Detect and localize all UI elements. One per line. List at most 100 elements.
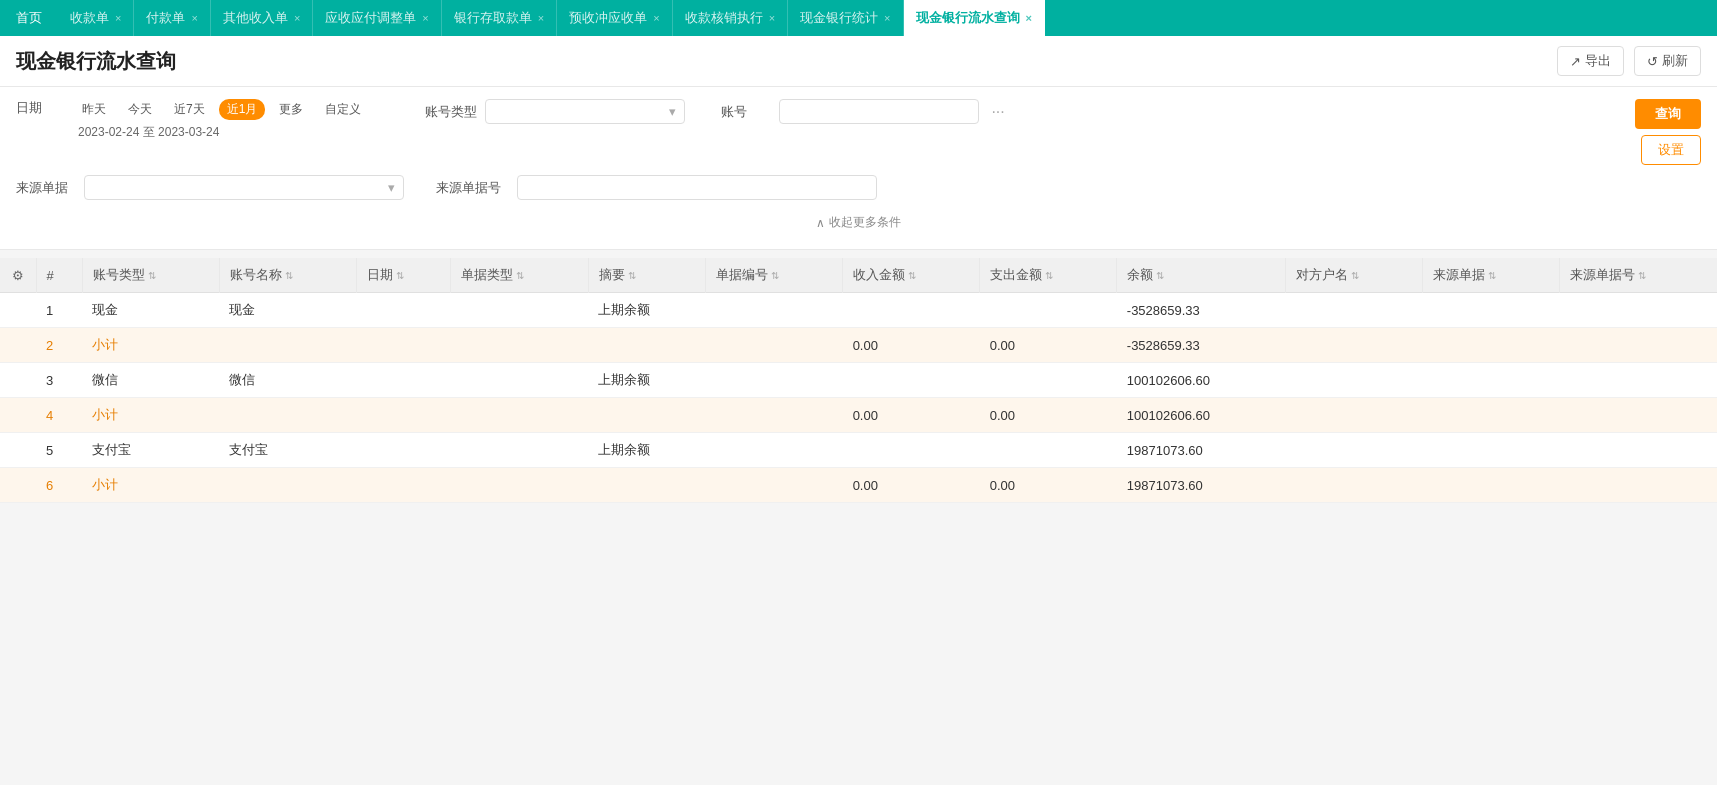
table-row: 5支付宝支付宝上期余额19871073.60 xyxy=(0,433,1717,468)
nav-tab-stats[interactable]: 现金银行统计 × xyxy=(788,0,903,36)
chevron-down-icon: ▾ xyxy=(388,180,395,195)
cell-counterpart xyxy=(1285,398,1422,433)
refresh-button[interactable]: ↺ 刷新 xyxy=(1634,46,1701,76)
close-icon[interactable]: × xyxy=(538,12,544,24)
cell-balance: -3528659.33 xyxy=(1117,328,1285,363)
cell-source-doc-no xyxy=(1559,363,1717,398)
shortcut-more[interactable]: 更多 xyxy=(271,99,311,120)
cell-expense: 0.00 xyxy=(980,398,1117,433)
col-account-name[interactable]: 账号名称⇅ xyxy=(219,258,356,293)
cell-index: 1 xyxy=(36,293,82,328)
cell-counterpart xyxy=(1285,363,1422,398)
cell-gear xyxy=(0,468,36,503)
cell-expense xyxy=(980,433,1117,468)
cell-account-name: 现金 xyxy=(219,293,356,328)
cell-balance: -3528659.33 xyxy=(1117,293,1285,328)
cell-source-doc-no xyxy=(1559,328,1717,363)
nav-tab-verify[interactable]: 收款核销执行 × xyxy=(673,0,788,36)
col-date[interactable]: 日期⇅ xyxy=(356,258,451,293)
cell-date xyxy=(356,433,451,468)
date-range: 2023-02-24 至 2023-03-24 xyxy=(78,124,369,141)
close-icon[interactable]: × xyxy=(191,12,197,24)
close-icon[interactable]: × xyxy=(294,12,300,24)
col-doc-type[interactable]: 单据类型⇅ xyxy=(451,258,588,293)
col-expense[interactable]: 支出金额⇅ xyxy=(980,258,1117,293)
col-source-doc[interactable]: 来源单据⇅ xyxy=(1422,258,1559,293)
shortcut-custom[interactable]: 自定义 xyxy=(317,99,369,120)
query-button[interactable]: 查询 xyxy=(1635,99,1701,129)
cell-account-type: 小计 xyxy=(82,468,219,503)
cell-expense: 0.00 xyxy=(980,328,1117,363)
close-icon[interactable]: × xyxy=(653,12,659,24)
col-account-type[interactable]: 账号类型⇅ xyxy=(82,258,219,293)
source-doc-no-label: 来源单据号 xyxy=(436,179,501,197)
table-row: 3微信微信上期余额100102606.60 xyxy=(0,363,1717,398)
nav-tab-presale[interactable]: 预收冲应收单 × xyxy=(557,0,672,36)
cell-source-doc xyxy=(1422,363,1559,398)
cell-doc-no xyxy=(706,363,843,398)
col-doc-no[interactable]: 单据编号⇅ xyxy=(706,258,843,293)
cell-income xyxy=(843,433,980,468)
nav-tab-bank[interactable]: 银行存取款单 × xyxy=(442,0,557,36)
cell-balance: 100102606.60 xyxy=(1117,363,1285,398)
cell-account-type: 微信 xyxy=(82,363,219,398)
col-counterpart[interactable]: 对方户名⇅ xyxy=(1285,258,1422,293)
export-icon: ↗ xyxy=(1570,54,1581,69)
nav-tab-other-income[interactable]: 其他收入单 × xyxy=(211,0,313,36)
cell-doc-type xyxy=(451,328,588,363)
cell-doc-type xyxy=(451,398,588,433)
cell-expense: 0.00 xyxy=(980,468,1117,503)
export-button[interactable]: ↗ 导出 xyxy=(1557,46,1624,76)
nav-home[interactable]: 首页 xyxy=(0,0,58,36)
account-type-select[interactable]: ▾ xyxy=(485,99,685,124)
top-nav: 首页 收款单 × 付款单 × 其他收入单 × 应收应付调整单 × 银行存取款单 … xyxy=(0,0,1717,36)
col-index: # xyxy=(36,258,82,293)
close-icon[interactable]: × xyxy=(422,12,428,24)
nav-tab-adjustment[interactable]: 应收应付调整单 × xyxy=(313,0,441,36)
cell-account-type: 小计 xyxy=(82,398,219,433)
cell-index: 4 xyxy=(36,398,82,433)
sort-icon: ⇅ xyxy=(285,270,293,281)
collapse-bar[interactable]: ∧ 收起更多条件 xyxy=(16,208,1701,237)
col-source-doc-no[interactable]: 来源单据号⇅ xyxy=(1559,258,1717,293)
sort-icon: ⇅ xyxy=(148,270,156,281)
close-icon[interactable]: × xyxy=(884,12,890,24)
col-income[interactable]: 收入金额⇅ xyxy=(843,258,980,293)
col-balance[interactable]: 余额⇅ xyxy=(1117,258,1285,293)
collapse-icon: ∧ xyxy=(816,216,825,230)
cell-account-type: 小计 xyxy=(82,328,219,363)
account-input[interactable] xyxy=(779,99,979,124)
shortcut-today[interactable]: 今天 xyxy=(120,99,160,120)
cell-counterpart xyxy=(1285,328,1422,363)
cell-summary xyxy=(588,328,706,363)
shortcut-7days[interactable]: 近7天 xyxy=(166,99,213,120)
setting-button[interactable]: 设置 xyxy=(1641,135,1701,165)
shortcut-1month[interactable]: 近1月 xyxy=(219,99,266,120)
account-label: 账号 xyxy=(721,103,771,121)
close-icon[interactable]: × xyxy=(769,12,775,24)
col-summary[interactable]: 摘要⇅ xyxy=(588,258,706,293)
cell-doc-type xyxy=(451,433,588,468)
close-icon[interactable]: × xyxy=(115,12,121,24)
cell-balance: 19871073.60 xyxy=(1117,468,1285,503)
cell-gear xyxy=(0,398,36,433)
source-doc-select[interactable]: ▾ xyxy=(84,175,404,200)
more-icon[interactable]: ··· xyxy=(991,103,1004,121)
nav-tab-shoukuan[interactable]: 收款单 × xyxy=(58,0,134,36)
source-doc-no-input[interactable] xyxy=(517,175,877,200)
cell-source-doc xyxy=(1422,398,1559,433)
close-icon[interactable]: × xyxy=(1026,12,1032,24)
cell-gear xyxy=(0,433,36,468)
gear-column-header[interactable]: ⚙ xyxy=(0,258,36,293)
nav-tab-cashflow[interactable]: 现金银行流水查询 × xyxy=(904,0,1045,36)
filter-area: 日期 昨天 今天 近7天 近1月 更多 自定义 2023-02-24 至 202… xyxy=(0,87,1717,250)
cell-doc-no xyxy=(706,468,843,503)
cell-gear xyxy=(0,363,36,398)
shortcut-yesterday[interactable]: 昨天 xyxy=(74,99,114,120)
nav-tab-fukuan[interactable]: 付款单 × xyxy=(134,0,210,36)
table-container: ⚙ # 账号类型⇅ 账号名称⇅ 日期⇅ 单据类型⇅ 摘要⇅ 单据编 xyxy=(0,258,1717,503)
cell-income: 0.00 xyxy=(843,468,980,503)
cell-source-doc-no xyxy=(1559,398,1717,433)
chevron-down-icon: ▾ xyxy=(669,104,676,119)
cell-source-doc xyxy=(1422,328,1559,363)
